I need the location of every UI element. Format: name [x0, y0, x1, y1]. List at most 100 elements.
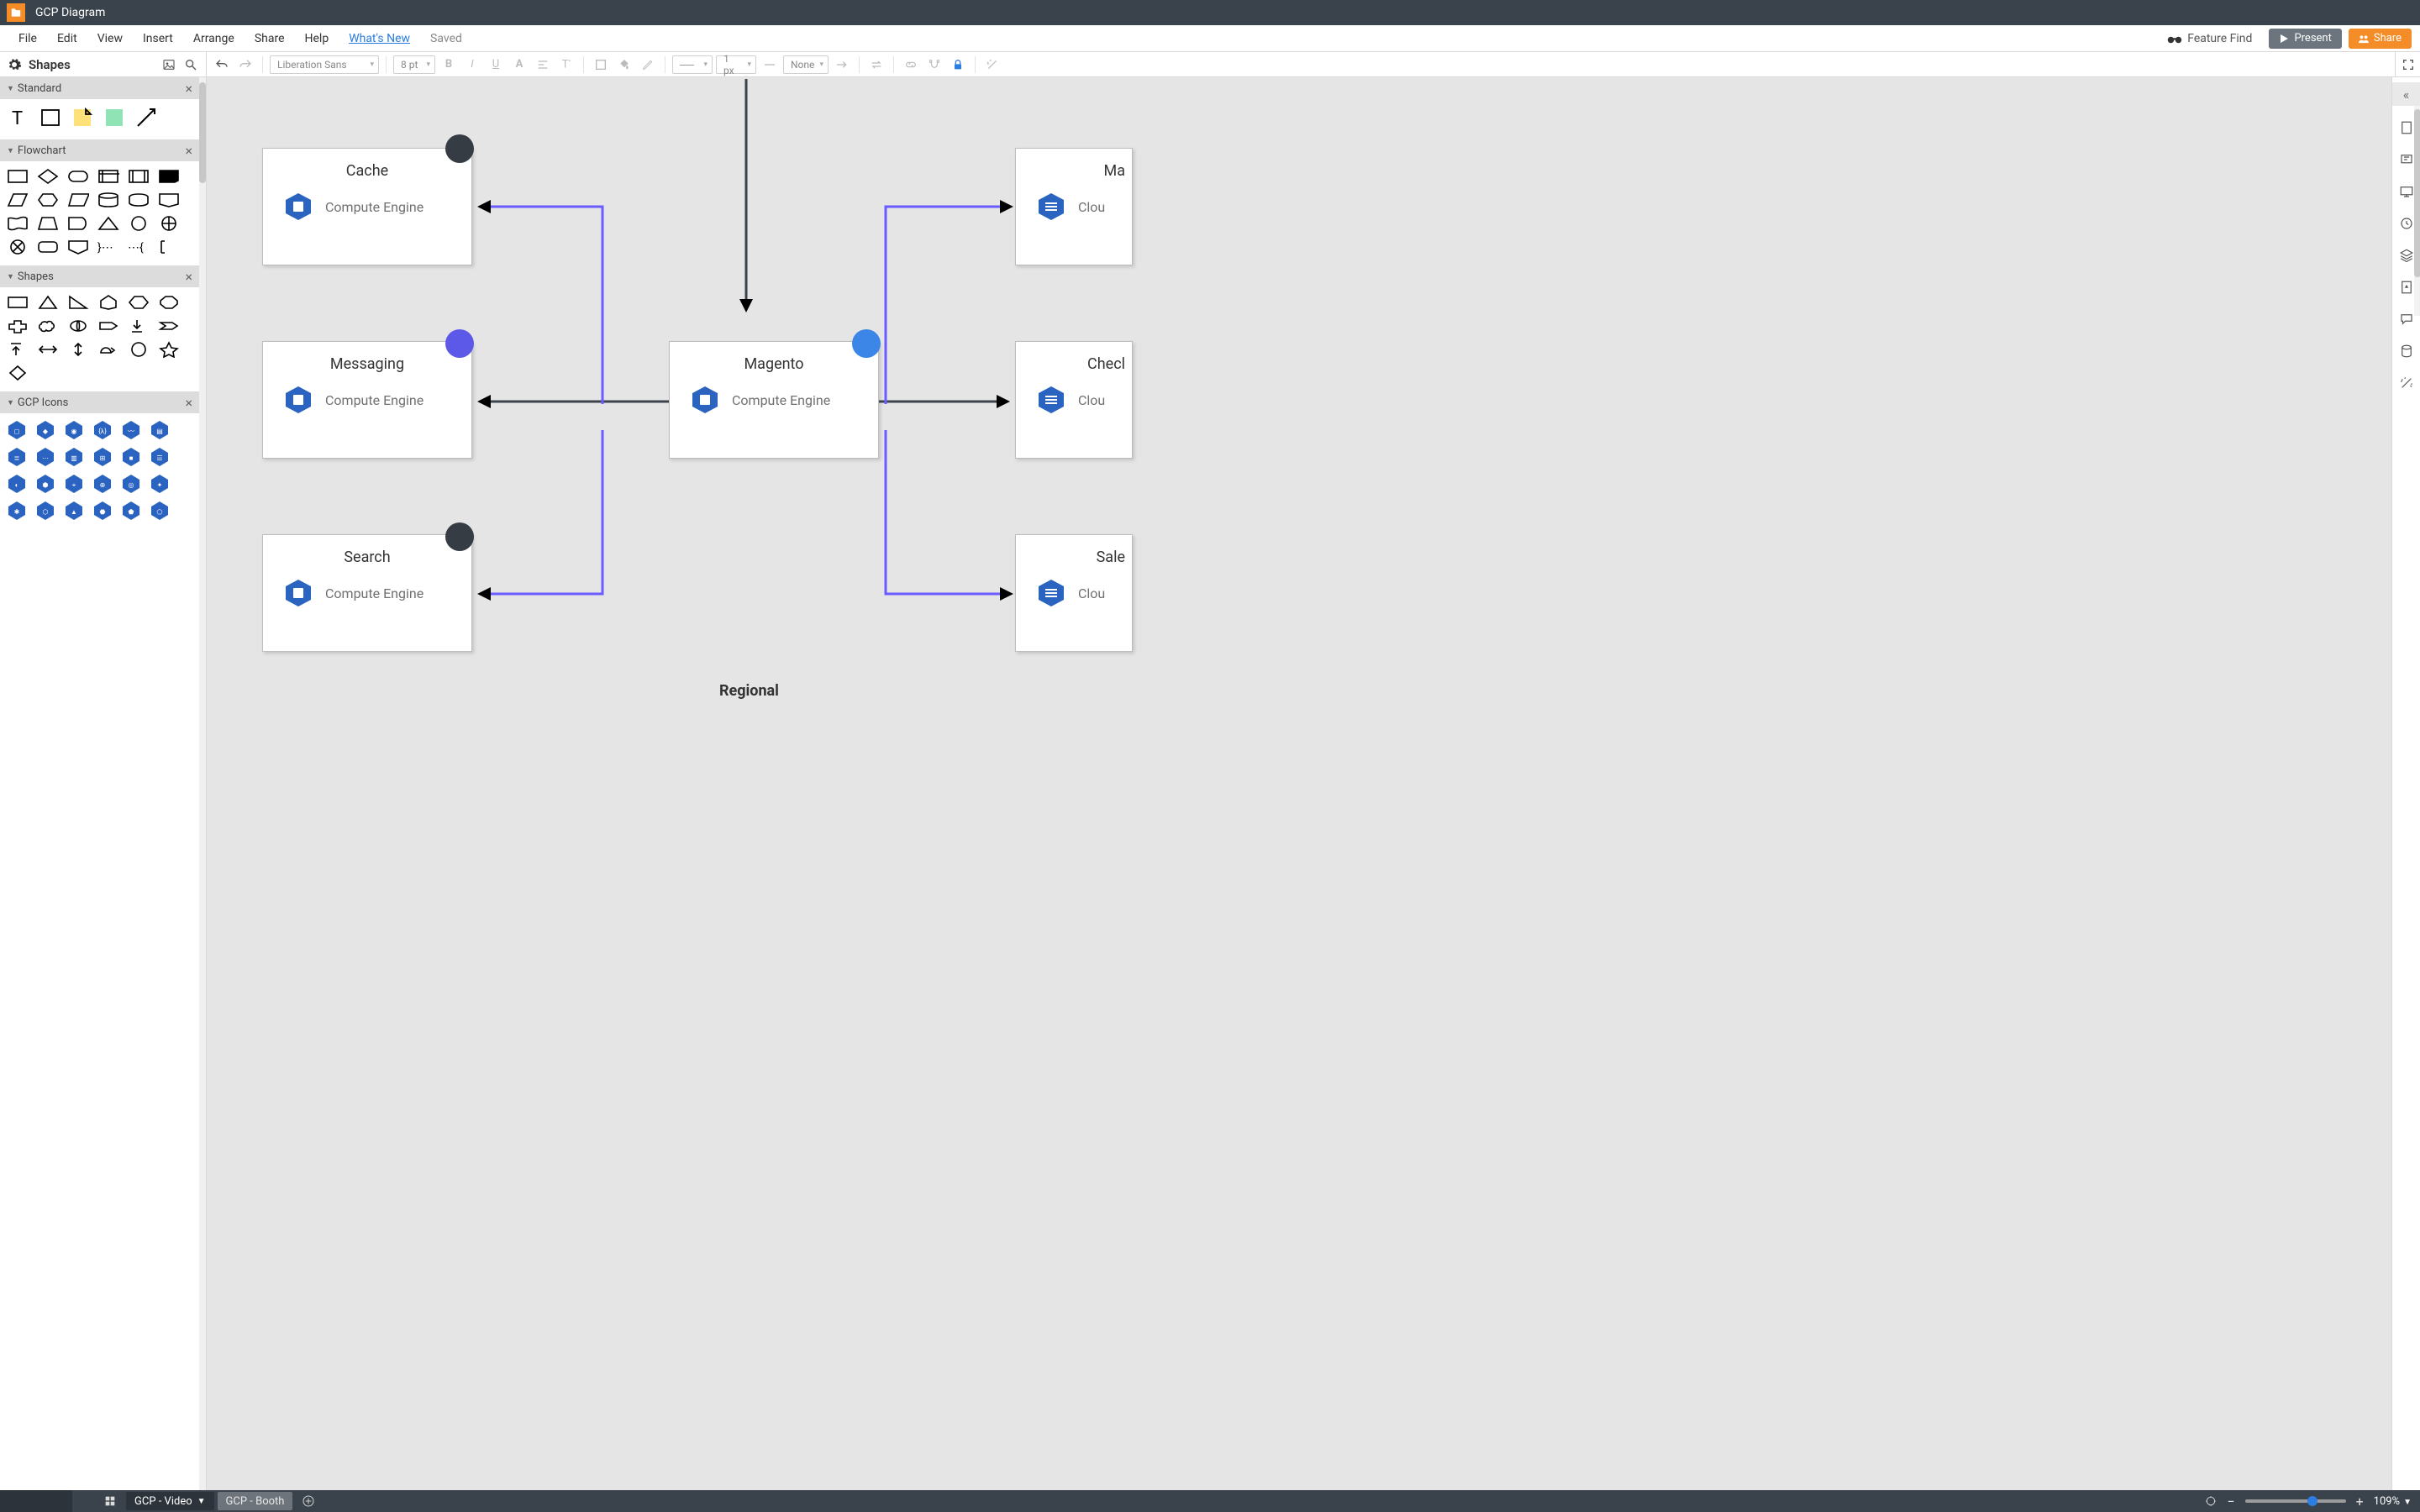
basic-shape[interactable]	[128, 318, 150, 334]
align-button[interactable]	[533, 55, 553, 75]
flowchart-shape[interactable]	[67, 192, 89, 208]
gcp-shape[interactable]: ⬣	[92, 501, 113, 521]
text-options-button[interactable]: T•	[556, 55, 576, 75]
flowchart-shape[interactable]: }⋯	[97, 239, 119, 255]
gcp-shape[interactable]: ✦	[150, 474, 170, 494]
shape-outline-button[interactable]	[591, 55, 611, 75]
gcp-shape[interactable]: ◐	[7, 474, 27, 494]
gcp-shape[interactable]: ⬠	[150, 501, 170, 521]
gcp-shape[interactable]: ◻	[7, 420, 27, 440]
dock-history-button[interactable]	[2396, 213, 2417, 234]
basic-shape[interactable]	[37, 294, 59, 311]
close-icon[interactable]: ×	[185, 269, 192, 285]
outline-view-button[interactable]	[72, 1490, 97, 1512]
flowchart-shape[interactable]	[7, 215, 29, 232]
card-check[interactable]: Checl Clou	[1015, 341, 1133, 459]
comment-dot[interactable]	[852, 329, 881, 358]
comment-dot[interactable]	[445, 134, 474, 163]
gcp-shape[interactable]: ◎	[121, 474, 141, 494]
font-size-select[interactable]: 8 pt	[393, 55, 435, 74]
magnet-button[interactable]	[924, 55, 944, 75]
line-width-select[interactable]: 1 px	[716, 55, 756, 74]
shape-fill-button[interactable]	[614, 55, 634, 75]
line-type-button[interactable]	[760, 55, 780, 75]
swap-ends-button[interactable]	[866, 55, 886, 75]
flowchart-shape[interactable]	[7, 192, 29, 208]
basic-shape[interactable]	[7, 318, 29, 334]
flowchart-shape[interactable]	[158, 192, 180, 208]
connector[interactable]	[879, 198, 1018, 408]
sticky-tool[interactable]	[103, 106, 126, 129]
flowchart-shape[interactable]: ⋯{	[128, 239, 150, 255]
menu-insert[interactable]: Insert	[133, 25, 183, 51]
section-shapes-header[interactable]: ▼ Shapes ×	[0, 265, 199, 287]
flowchart-shape[interactable]	[37, 168, 59, 185]
flowchart-shape[interactable]	[37, 215, 59, 232]
flowchart-shape[interactable]	[158, 168, 180, 185]
basic-shape[interactable]	[67, 318, 89, 334]
fullscreen-button[interactable]	[2395, 52, 2420, 76]
gcp-shape[interactable]: ▲	[64, 501, 84, 521]
dock-image-button[interactable]	[2396, 277, 2417, 297]
menu-arrange[interactable]: Arrange	[183, 25, 245, 51]
flowchart-shape[interactable]	[67, 168, 89, 185]
gcp-shape[interactable]: ◉	[64, 420, 84, 440]
canvas-viewport[interactable]: Magento Compute Engine Cache Compute Eng…	[207, 77, 2391, 1490]
basic-shape[interactable]	[97, 318, 119, 334]
flowchart-shape[interactable]	[128, 168, 150, 185]
flowchart-shape[interactable]	[37, 239, 59, 255]
gcp-shape[interactable]: ☰	[150, 447, 170, 467]
gcp-shape[interactable]: ⊕	[92, 474, 113, 494]
italic-button[interactable]: I	[462, 55, 482, 75]
card-ma[interactable]: Ma Clou	[1015, 148, 1133, 265]
share-button[interactable]: Share	[2349, 29, 2412, 49]
gear-icon[interactable]	[7, 57, 22, 72]
gcp-shape[interactable]: ◆	[35, 420, 55, 440]
gcp-shape[interactable]: ✱	[7, 501, 27, 521]
font-family-select[interactable]: Liberation Sans	[270, 55, 379, 74]
menu-help[interactable]: Help	[295, 25, 339, 51]
card-search[interactable]: Search Compute Engine	[262, 534, 472, 652]
flowchart-shape[interactable]	[67, 239, 89, 255]
pencil-button[interactable]	[638, 55, 658, 75]
basic-shape[interactable]	[7, 341, 29, 358]
basic-shape[interactable]	[158, 318, 180, 334]
wand-button[interactable]	[982, 55, 1002, 75]
page-tab-inactive[interactable]: GCP - Booth	[218, 1492, 293, 1510]
gcp-shape[interactable]: ⬟	[121, 501, 141, 521]
flowchart-shape[interactable]	[97, 215, 119, 232]
present-button[interactable]: Present	[2269, 29, 2341, 49]
menu-file[interactable]: File	[8, 25, 47, 51]
collapse-dock-button[interactable]: «	[2392, 82, 2420, 106]
menu-edit[interactable]: Edit	[47, 25, 87, 51]
flowchart-shape[interactable]	[128, 215, 150, 232]
feature-find-button[interactable]: Feature Find	[2157, 32, 2262, 45]
connector[interactable]	[472, 430, 607, 606]
close-icon[interactable]: ×	[185, 143, 192, 159]
comment-dot[interactable]	[445, 522, 474, 551]
connector[interactable]	[879, 430, 1018, 606]
zoom-value[interactable]: 109%▼	[2374, 1495, 2412, 1508]
dock-page-button[interactable]	[2396, 118, 2417, 138]
shapes-scrollbar[interactable]	[199, 77, 206, 1490]
dock-present-button[interactable]	[2396, 181, 2417, 202]
basic-shape[interactable]	[37, 341, 59, 358]
search-shapes-button[interactable]	[182, 56, 199, 73]
basic-shape[interactable]	[128, 341, 150, 358]
zoom-slider[interactable]	[2245, 1499, 2346, 1503]
section-standard-header[interactable]: ▼ Standard ×	[0, 77, 199, 99]
redo-button[interactable]	[235, 55, 255, 75]
card-sale[interactable]: Sale Clou	[1015, 534, 1133, 652]
basic-shape[interactable]	[67, 294, 89, 311]
text-color-button[interactable]: A	[509, 55, 529, 75]
flowchart-shape[interactable]	[97, 192, 119, 208]
canvas[interactable]: Magento Compute Engine Cache Compute Eng…	[215, 104, 2391, 1490]
flowchart-shape[interactable]	[158, 239, 180, 255]
gcp-shape[interactable]: ⊞	[92, 447, 113, 467]
basic-shape[interactable]	[67, 341, 89, 358]
card-messaging[interactable]: Messaging Compute Engine	[262, 341, 472, 459]
flowchart-shape[interactable]	[67, 215, 89, 232]
dock-magic-button[interactable]	[2396, 373, 2417, 393]
flowchart-shape[interactable]	[7, 168, 29, 185]
flowchart-shape[interactable]	[7, 239, 29, 255]
